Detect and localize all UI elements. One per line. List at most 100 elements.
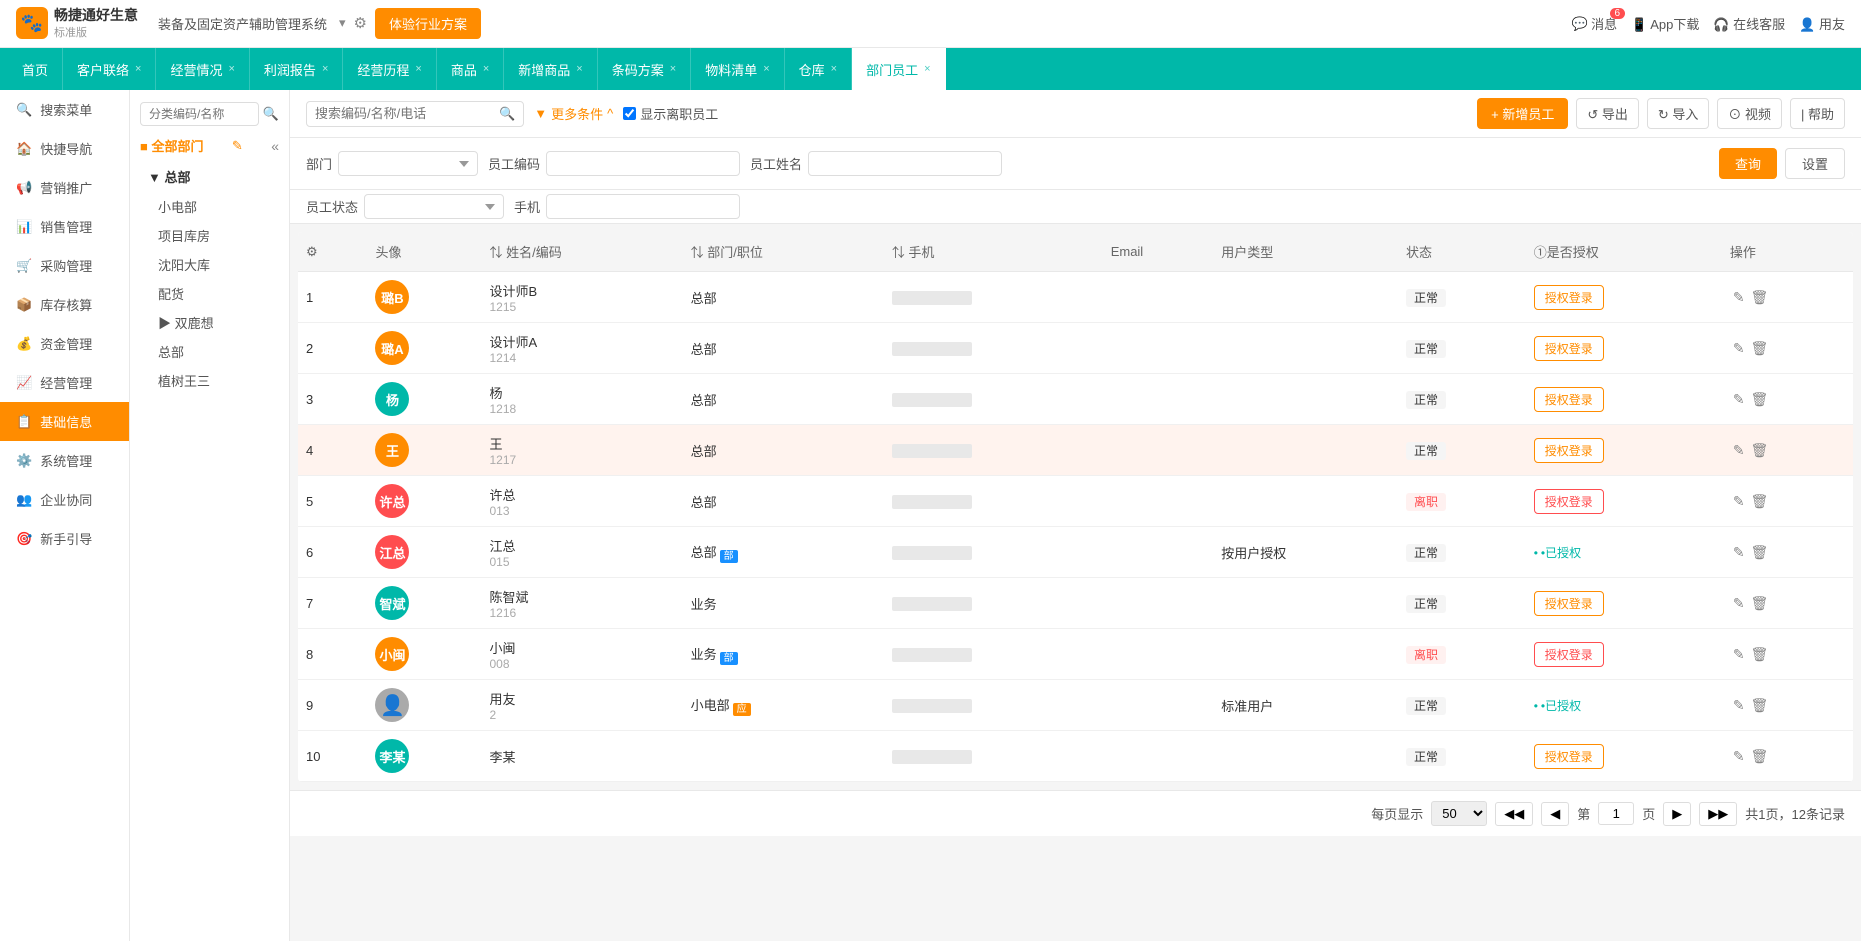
dropdown-icon[interactable]: ▾: [339, 15, 346, 31]
sidebar-item-marketing[interactable]: 📢 营销推广: [0, 168, 129, 207]
sidebar-item-search[interactable]: 🔍 搜索菜单: [0, 90, 129, 129]
empcode-filter-input[interactable]: [546, 151, 740, 176]
edit-dept-icon[interactable]: ✎: [232, 138, 243, 154]
sidebar-item-nav[interactable]: 🏠 快捷导航: [0, 129, 129, 168]
nav-item-warehouse[interactable]: 仓库 ×: [785, 48, 852, 90]
edit-icon[interactable]: ✎: [1733, 442, 1745, 458]
reset-button[interactable]: 设置: [1785, 148, 1845, 179]
sidebar-item-system[interactable]: ⚙️ 系统管理: [0, 441, 129, 480]
help-button[interactable]: | 帮助: [1790, 98, 1845, 129]
trial-button[interactable]: 体验行业方案: [375, 8, 481, 39]
sidebar-item-base[interactable]: 📋 基础信息: [0, 402, 129, 441]
edit-icon[interactable]: ✎: [1733, 289, 1745, 305]
col-phone[interactable]: ⇅ 手机: [884, 232, 1103, 272]
auth-login-btn[interactable]: 授权登录: [1534, 642, 1604, 667]
edit-icon[interactable]: ✎: [1733, 544, 1745, 560]
nav-item-bom[interactable]: 物料清单 ×: [691, 48, 784, 90]
delete-icon[interactable]: 🗑: [1751, 289, 1769, 305]
nav-item-home[interactable]: 首页: [8, 48, 63, 90]
dept-sub-zongbu[interactable]: 总部: [138, 337, 289, 366]
row-auth: 授权登录: [1526, 578, 1722, 629]
sidebar-item-inventory[interactable]: 📦 库存核算: [0, 285, 129, 324]
edit-icon[interactable]: ✎: [1733, 697, 1745, 713]
sidebar-item-mgmt[interactable]: 📈 经营管理: [0, 363, 129, 402]
nav-item-customer[interactable]: 客户联络 ×: [63, 48, 156, 90]
page-input[interactable]: [1598, 802, 1634, 825]
more-filter-btn[interactable]: ▼ 更多条件 ^: [534, 104, 613, 123]
empname-filter-input[interactable]: [808, 151, 1002, 176]
auth-login-btn[interactable]: 授权登录: [1534, 489, 1604, 514]
sidebar-item-collab[interactable]: 👥 企业协同: [0, 480, 129, 519]
auth-authorized: •已授权: [1534, 546, 1581, 560]
dept-sub-xiaodian[interactable]: 小电部: [138, 192, 289, 221]
edit-icon[interactable]: ✎: [1733, 748, 1745, 764]
resigned-checkbox[interactable]: [623, 107, 636, 120]
auth-login-btn[interactable]: 授权登录: [1534, 336, 1604, 361]
edit-icon[interactable]: ✎: [1733, 391, 1745, 407]
dept-sub-zhishu[interactable]: 植树王三: [138, 366, 289, 395]
per-page-select[interactable]: 50 20 100: [1431, 801, 1487, 826]
sidebar-item-finance[interactable]: 💰 资金管理: [0, 324, 129, 363]
nav-item-profit[interactable]: 利润报告 ×: [250, 48, 343, 90]
query-button[interactable]: 查询: [1719, 148, 1777, 179]
auth-login-btn[interactable]: 授权登录: [1534, 285, 1604, 310]
status-filter-select[interactable]: [364, 194, 504, 219]
dept-filter-select[interactable]: [338, 151, 478, 176]
col-settings[interactable]: ⚙: [298, 232, 367, 272]
dept-search-input[interactable]: [140, 102, 259, 126]
prev-page-btn[interactable]: ◀: [1541, 802, 1569, 826]
export-button[interactable]: ↺ 导出: [1576, 98, 1639, 129]
col-dept[interactable]: ⇅ 部门/职位: [683, 232, 884, 272]
delete-icon[interactable]: 🗑: [1751, 697, 1769, 713]
phone-masked: [892, 291, 972, 305]
nav-item-add-product[interactable]: 新增商品 ×: [504, 48, 597, 90]
search-icon[interactable]: 🔍: [499, 106, 515, 122]
nav-item-history[interactable]: 经营历程 ×: [343, 48, 436, 90]
auth-login-btn[interactable]: 授权登录: [1534, 438, 1604, 463]
edit-icon[interactable]: ✎: [1733, 646, 1745, 662]
nav-item-barcode[interactable]: 条码方案 ×: [598, 48, 691, 90]
auth-login-btn[interactable]: 授权登录: [1534, 591, 1604, 616]
edit-icon[interactable]: ✎: [1733, 340, 1745, 356]
dept-sub-project[interactable]: 项目库房: [138, 221, 289, 250]
dept-search-icon[interactable]: 🔍: [263, 106, 279, 122]
delete-icon[interactable]: 🗑: [1751, 493, 1769, 509]
dept-sub-shenyang[interactable]: 沈阳大库: [138, 250, 289, 279]
delete-icon[interactable]: 🗑: [1751, 595, 1769, 611]
dept-group-hq[interactable]: ▼ 总部: [138, 161, 289, 192]
sidebar-item-guide[interactable]: 🎯 新手引导: [0, 519, 129, 558]
import-button[interactable]: ↻ 导入: [1647, 98, 1710, 129]
auth-login-btn[interactable]: 授权登录: [1534, 387, 1604, 412]
delete-icon[interactable]: 🗑: [1751, 646, 1769, 662]
sidebar-item-purchase[interactable]: 🛒 采购管理: [0, 246, 129, 285]
show-resigned-toggle[interactable]: 显示离职员工: [623, 104, 718, 123]
search-input[interactable]: [315, 106, 495, 121]
view-button[interactable]: ⊙ 视频: [1717, 98, 1782, 129]
nav-item-dept-staff[interactable]: 部门员工 ×: [852, 48, 945, 90]
nav-item-operation[interactable]: 经营情况 ×: [156, 48, 249, 90]
delete-icon[interactable]: 🗑: [1751, 391, 1769, 407]
edit-icon[interactable]: ✎: [1733, 493, 1745, 509]
delete-icon[interactable]: 🗑: [1751, 748, 1769, 764]
app-download[interactable]: 📱 App下载: [1631, 14, 1699, 33]
next-page-btn[interactable]: ▶: [1663, 802, 1691, 826]
dept-sub-peihuo[interactable]: 配货: [138, 279, 289, 308]
online-service[interactable]: 🎧 在线客服: [1713, 14, 1785, 33]
message-area[interactable]: 💬 消息 6: [1572, 14, 1617, 33]
gear-icon[interactable]: ⚙: [354, 14, 367, 32]
dept-sub-shuangluxiang[interactable]: ▶ 双鹿想: [138, 308, 289, 337]
delete-icon[interactable]: 🗑: [1751, 544, 1769, 560]
nav-item-product[interactable]: 商品 ×: [437, 48, 504, 90]
edit-icon[interactable]: ✎: [1733, 595, 1745, 611]
delete-icon[interactable]: 🗑: [1751, 340, 1769, 356]
user-area[interactable]: 👤 用友: [1799, 14, 1845, 33]
auth-login-btn[interactable]: 授权登录: [1534, 744, 1604, 769]
sidebar-item-sales[interactable]: 📊 销售管理: [0, 207, 129, 246]
first-page-btn[interactable]: ◀◀: [1495, 802, 1533, 826]
delete-icon[interactable]: 🗑: [1751, 442, 1769, 458]
phone-filter-input[interactable]: [546, 194, 740, 219]
col-name[interactable]: ⇅ 姓名/编码: [481, 232, 682, 272]
add-employee-button[interactable]: + 新增员工: [1477, 98, 1568, 129]
collapse-btn[interactable]: «: [271, 138, 279, 154]
last-page-btn[interactable]: ▶▶: [1699, 802, 1737, 826]
